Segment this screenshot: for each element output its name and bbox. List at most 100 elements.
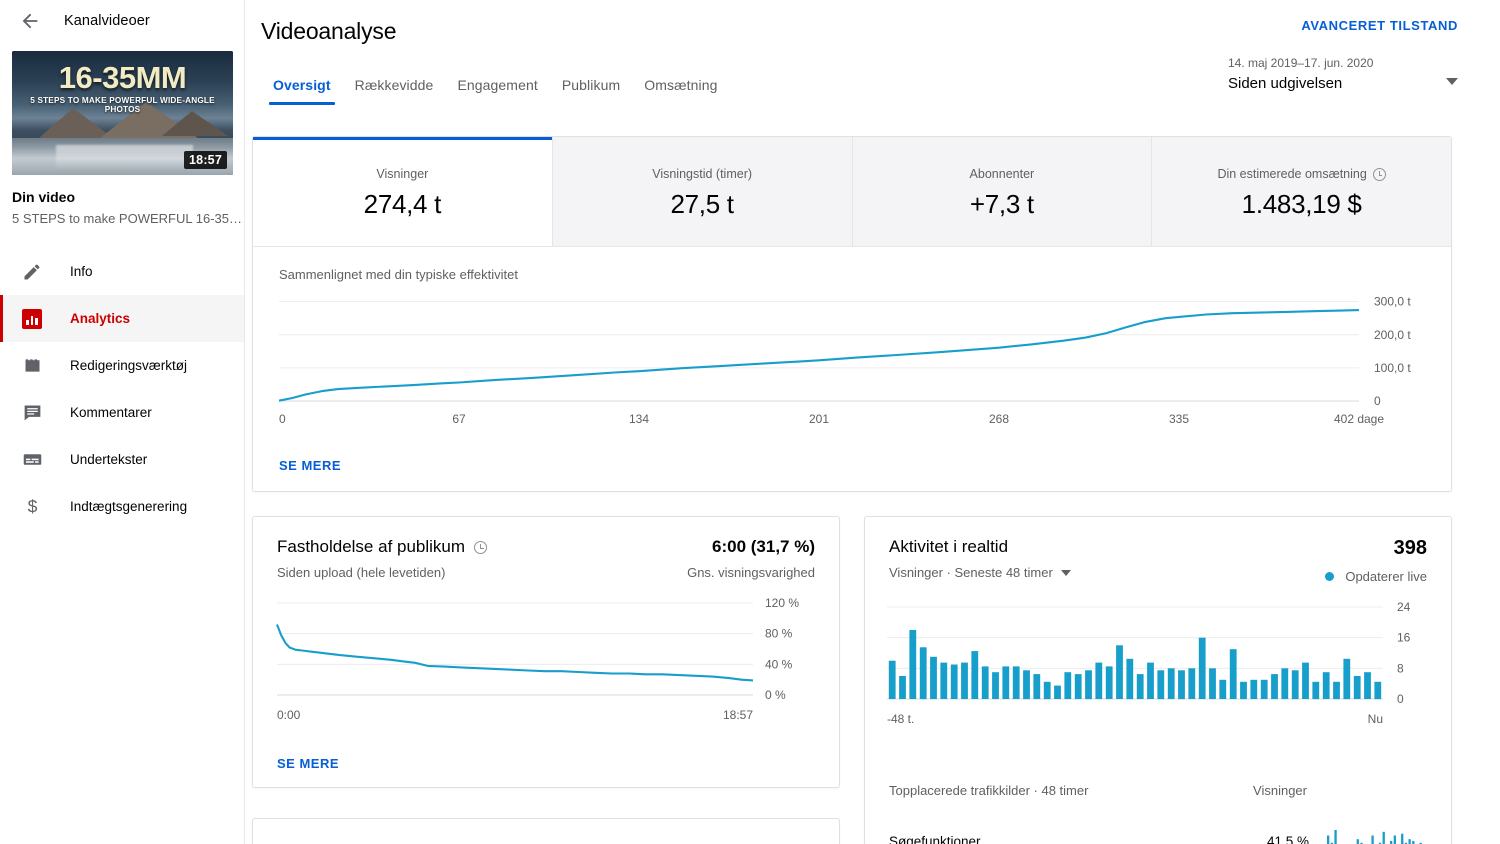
sidebar-item-subtitles[interactable]: Undertekster <box>0 436 244 483</box>
metric-tab-visningstid[interactable]: Visningstid (timer) 27,5 t <box>551 137 852 246</box>
svg-text:0: 0 <box>1374 394 1381 408</box>
sidebar-item-monetization[interactable]: $ Indtægtsgenerering <box>0 483 244 530</box>
chevron-down-icon[interactable] <box>1060 569 1071 576</box>
sidebar-header: Kanalvideoer <box>0 0 244 42</box>
back-arrow-icon[interactable] <box>16 7 44 35</box>
thumbnail-peak <box>162 110 229 136</box>
youtube-studio-analytics-page: Kanalvideoer 16-35MM 5 STEPS TO MAKE POW… <box>0 0 1500 844</box>
sidebar-item-comments[interactable]: Kommentarer <box>0 389 244 436</box>
svg-text:-48 t.: -48 t. <box>887 712 914 726</box>
sidebar-item-label: Info <box>70 264 93 279</box>
svg-text:16: 16 <box>1397 631 1411 645</box>
sidebar-item-info[interactable]: Info <box>0 248 244 295</box>
sidebar-item-analytics[interactable]: Analytics <box>0 295 244 342</box>
advanced-mode-button[interactable]: AVANCERET TILSTAND <box>1301 18 1458 33</box>
clock-icon <box>474 540 488 554</box>
sidebar-title: Kanalvideoer <box>64 13 150 29</box>
svg-text:335: 335 <box>1169 412 1189 426</box>
traffic-source-name: Søgefunktioner <box>889 833 981 844</box>
traffic-source-row[interactable]: Søgefunktioner 41,5 % <box>865 829 1451 844</box>
metric-label: Visninger <box>376 167 429 181</box>
comment-icon <box>19 400 45 426</box>
metric-tabs: Visninger 274,4 t Visningstid (timer) 27… <box>253 137 1451 247</box>
retention-title-text: Fastholdelse af publikum <box>277 537 466 556</box>
metric-value: +7,3 t <box>969 189 1034 219</box>
svg-text:18:57: 18:57 <box>723 708 753 722</box>
live-indicator: Opdaterer live <box>1324 568 1427 586</box>
metric-value: 274,4 t <box>363 189 442 219</box>
tab-oversigt[interactable]: Oversigt <box>261 71 343 105</box>
traffic-views-label: Visninger <box>1253 783 1307 798</box>
main-content: Videoanalyse AVANCERET TILSTAND 14. maj … <box>245 0 1500 844</box>
svg-text:134: 134 <box>629 412 649 426</box>
overview-see-more-link[interactable]: SE MERE <box>279 458 341 473</box>
analytics-icon <box>19 306 45 332</box>
sidebar-item-label: Redigeringsværktøj <box>70 358 188 373</box>
metric-label: Abonnenter <box>969 167 1035 181</box>
clock-icon <box>1372 167 1386 181</box>
svg-text:200,0 t: 200,0 t <box>1374 328 1411 342</box>
retention-value: 6:00 (31,7 %) <box>712 537 815 556</box>
video-section-label: Din video <box>12 189 76 205</box>
realtime-activity-card: Aktivitet i realtid Visninger · Seneste … <box>864 516 1452 844</box>
chevron-down-icon[interactable] <box>1446 78 1458 85</box>
realtime-total-value: 398 <box>1393 537 1427 559</box>
bottom-partial-card: Aktivitet i tid <box>252 818 840 844</box>
realtime-summary: 398 Opdaterer live <box>1324 537 1427 586</box>
metric-value: 27,5 t <box>670 189 734 219</box>
realtime-card-header: Aktivitet i realtid Visninger · Seneste … <box>865 517 1451 584</box>
svg-text:0 %: 0 % <box>765 688 786 702</box>
traffic-sources-header: Topplacerede trafikkilder · 48 timer Vis… <box>865 783 1451 798</box>
metric-tab-visninger[interactable]: Visninger 274,4 t <box>253 137 552 246</box>
retention-see-more-link[interactable]: SE MERE <box>277 756 339 771</box>
svg-text:$: $ <box>27 497 37 517</box>
svg-text:100,0 t: 100,0 t <box>1374 361 1411 375</box>
svg-text:0:00: 0:00 <box>277 708 301 722</box>
live-label: Opdaterer live <box>1345 569 1427 584</box>
metric-label-text: Din estimerede omsætning <box>1217 167 1367 181</box>
metric-value: 1.483,19 $ <box>1241 189 1362 219</box>
video-name: 5 STEPS to make POWERFUL 16-35… <box>12 211 242 226</box>
svg-text:67: 67 <box>452 412 466 426</box>
retention-card-header: Fastholdelse af publikum Siden upload (h… <box>253 517 839 580</box>
bottom-card-title: Aktivitet i tid <box>253 819 839 844</box>
metric-tab-omsaetning[interactable]: Din estimerede omsætning 1.483,19 $ <box>1151 137 1451 246</box>
svg-text:40 %: 40 % <box>765 657 793 671</box>
date-range-selector[interactable]: 14. maj 2019–17. jun. 2020 Siden udgivel… <box>1228 56 1458 92</box>
svg-text:0: 0 <box>1397 692 1404 706</box>
sidebar-nav: Info Analytics Redigeringsværktøj Kommen… <box>0 248 244 530</box>
overview-card: Visninger 274,4 t Visningstid (timer) 27… <box>252 136 1452 492</box>
traffic-source-percent: 41,5 % <box>1266 833 1309 844</box>
thumbnail-title-text: 16-35MM <box>58 59 187 95</box>
retention-summary: 6:00 (31,7 %) Gns. visningsvarighed <box>687 537 815 580</box>
tab-raekkevidde[interactable]: Rækkevidde <box>343 71 446 105</box>
svg-text:268: 268 <box>989 412 1009 426</box>
svg-text:0: 0 <box>279 412 286 426</box>
pencil-icon <box>19 259 45 285</box>
svg-text:8: 8 <box>1397 661 1404 675</box>
audience-retention-card: Fastholdelse af publikum Siden upload (h… <box>252 516 840 788</box>
tab-publikum[interactable]: Publikum <box>550 71 632 105</box>
retention-chart: 0 % 40 % 80 % 120 % 0:00 18:57 <box>276 596 799 722</box>
tab-omsaetning[interactable]: Omsætning <box>632 71 729 105</box>
live-dot-icon <box>1324 572 1334 582</box>
tab-engagement[interactable]: Engagement <box>445 71 549 105</box>
thumbnail-subtitle-text: 5 STEPS TO MAKE POWERFUL WIDE-ANGLE PHOT… <box>30 95 215 114</box>
overview-chart-subtitle: Sammenlignet med din typiske effektivite… <box>279 267 518 282</box>
sidebar-item-label: Indtægtsgenerering <box>70 499 188 514</box>
date-range-text: 14. maj 2019–17. jun. 2020 <box>1228 56 1374 70</box>
subtitles-icon <box>19 447 45 473</box>
sidebar-item-label: Analytics <box>70 311 131 326</box>
realtime-bar-chart: 0 8 16 24 -48 t. Nu <box>887 600 1411 726</box>
sidebar-item-editor[interactable]: Redigeringsværktøj <box>0 342 244 389</box>
svg-text:120 %: 120 % <box>765 596 799 610</box>
metric-tab-abonnenter[interactable]: Abonnenter +7,3 t <box>851 137 1152 246</box>
retention-value-label: Gns. visningsvarighed <box>687 565 815 580</box>
realtime-subtitle: Visninger · Seneste 48 timer <box>889 565 1053 580</box>
metric-label: Din estimerede omsætning <box>1217 167 1386 181</box>
svg-text:300,0 t: 300,0 t <box>1374 295 1411 309</box>
svg-text:201: 201 <box>809 412 829 426</box>
date-range-label: Siden udgivelsen <box>1228 75 1343 92</box>
thumbnail-reflection <box>56 145 194 171</box>
video-thumbnail[interactable]: 16-35MM 5 STEPS TO MAKE POWERFUL WIDE-AN… <box>12 51 233 175</box>
